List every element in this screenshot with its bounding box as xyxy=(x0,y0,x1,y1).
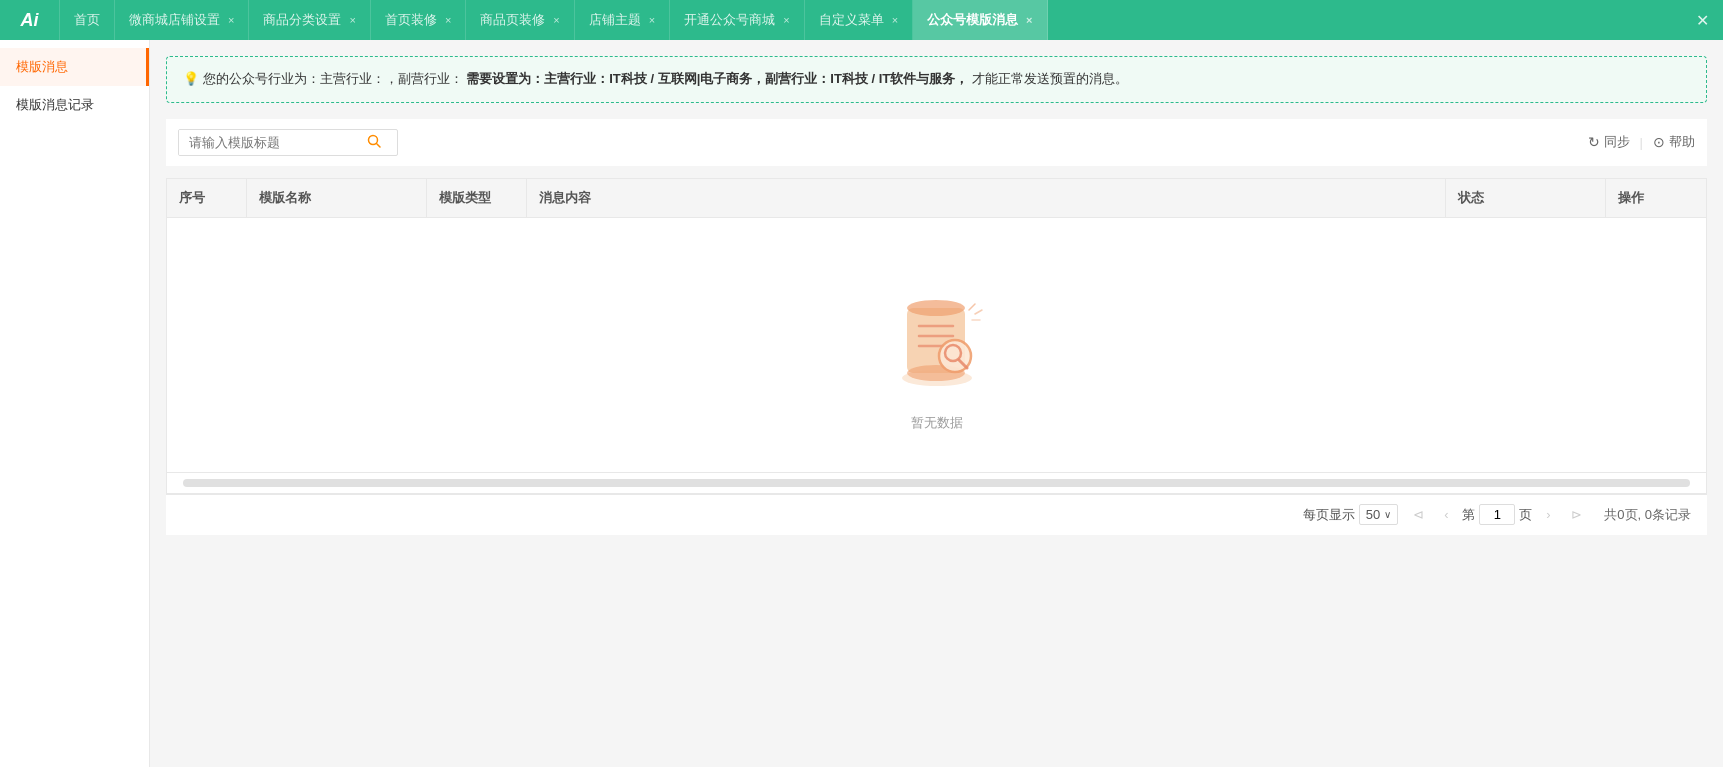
svg-line-13 xyxy=(975,310,982,314)
nav-tab-close-1[interactable]: × xyxy=(228,14,234,26)
notice-icon: 💡 xyxy=(183,71,199,86)
nav-tab-close-6[interactable]: × xyxy=(783,14,789,26)
empty-state: 暂无数据 xyxy=(167,218,1706,472)
search-icon xyxy=(367,134,381,148)
nav-tab-close-4[interactable]: × xyxy=(553,14,559,26)
main-layout: 模版消息模版消息记录 💡 您的公众号行业为：主营行业：，副营行业： 需要设置为：… xyxy=(0,40,1723,767)
nav-tab-label: 自定义菜单 xyxy=(819,11,884,29)
page-navigation: ⊲ ‹ 第 页 › ⊳ xyxy=(1406,503,1588,527)
nav-tab-8[interactable]: 公众号模版消息 × xyxy=(913,0,1047,40)
sidebar: 模版消息模版消息记录 xyxy=(0,40,150,767)
col-seq: 序号 xyxy=(167,179,247,217)
sidebar-item-1[interactable]: 模版消息记录 xyxy=(0,86,149,124)
help-icon: ⊙ xyxy=(1653,134,1665,150)
nav-tab-label: 公众号模版消息 xyxy=(927,11,1018,29)
nav-tab-close-8[interactable]: × xyxy=(1026,14,1032,26)
nav-tab-6[interactable]: 开通公众号商城 × xyxy=(670,0,804,40)
col-name: 模版名称 xyxy=(247,179,427,217)
prev-page-button[interactable]: ‹ xyxy=(1434,503,1458,527)
scrollbar-area[interactable] xyxy=(167,472,1706,493)
nav-tab-label: 开通公众号商城 xyxy=(684,11,775,29)
search-input[interactable] xyxy=(179,130,359,155)
nav-tab-label: 商品页装修 xyxy=(480,11,545,29)
col-action: 操作 xyxy=(1606,179,1706,217)
close-all-button[interactable]: ✕ xyxy=(1682,0,1723,40)
nav-tab-close-3[interactable]: × xyxy=(445,14,451,26)
sync-button[interactable]: ↻ 同步 xyxy=(1588,133,1630,151)
search-input-wrap[interactable] xyxy=(178,129,398,156)
col-type: 模版类型 xyxy=(427,179,527,217)
notice-text-suffix: 才能正常发送预置的消息。 xyxy=(972,71,1128,86)
page-size-dropdown[interactable]: 50 ∨ xyxy=(1359,504,1398,525)
content-area: 💡 您的公众号行业为：主营行业：，副营行业： 需要设置为：主营行业：IT科技 /… xyxy=(150,40,1723,767)
page-size-value: 50 xyxy=(1366,507,1380,522)
nav-tab-2[interactable]: 商品分类设置 × xyxy=(249,0,370,40)
next-page-button[interactable]: › xyxy=(1536,503,1560,527)
search-row: ↻ 同步 | ⊙ 帮助 xyxy=(166,119,1707,166)
nav-tab-1[interactable]: 微商城店铺设置 × xyxy=(115,0,249,40)
nav-tab-label: 店铺主题 xyxy=(589,11,641,29)
nav-tab-3[interactable]: 首页装修 × xyxy=(371,0,466,40)
notice-text-bold: 需要设置为：主营行业：IT科技 / 互联网|电子商务，副营行业：IT科技 / I… xyxy=(466,71,968,86)
top-nav: Ai 首页微商城店铺设置×商品分类设置×首页装修×商品页装修×店铺主题×开通公众… xyxy=(0,0,1723,40)
nav-tab-5[interactable]: 店铺主题 × xyxy=(575,0,670,40)
empty-icon xyxy=(877,278,997,398)
page-size-label: 每页显示 xyxy=(1303,506,1355,524)
chevron-down-icon: ∨ xyxy=(1384,509,1391,520)
col-status: 状态 xyxy=(1446,179,1606,217)
nav-tab-label: 商品分类设置 xyxy=(263,11,341,29)
page-suffix: 页 xyxy=(1519,506,1532,524)
sync-label: 同步 xyxy=(1604,133,1630,151)
svg-line-1 xyxy=(377,143,381,147)
sync-help-area: ↻ 同步 | ⊙ 帮助 xyxy=(1588,133,1695,151)
svg-point-4 xyxy=(907,300,965,316)
data-table: 序号 模版名称 模版类型 消息内容 状态 操作 xyxy=(166,178,1707,494)
empty-text: 暂无数据 xyxy=(911,414,963,432)
last-page-button[interactable]: ⊳ xyxy=(1564,503,1588,527)
notice-box: 💡 您的公众号行业为：主营行业：，副营行业： 需要设置为：主营行业：IT科技 /… xyxy=(166,56,1707,103)
divider: | xyxy=(1640,135,1643,150)
nav-tab-close-5[interactable]: × xyxy=(649,14,655,26)
page-prefix: 第 xyxy=(1462,506,1475,524)
page-input-wrap: 第 页 xyxy=(1462,504,1532,525)
nav-tab-close-7[interactable]: × xyxy=(892,14,898,26)
nav-tab-close-2[interactable]: × xyxy=(349,14,355,26)
sidebar-item-0[interactable]: 模版消息 xyxy=(0,48,149,86)
logo-tab[interactable]: Ai xyxy=(0,0,60,40)
page-number-input[interactable] xyxy=(1479,504,1515,525)
nav-tab-label: 微商城店铺设置 xyxy=(129,11,220,29)
nav-tab-4[interactable]: 商品页装修 × xyxy=(466,0,574,40)
nav-tab-label: 首页装修 xyxy=(385,11,437,29)
svg-line-12 xyxy=(969,304,975,310)
total-info: 共0页, 0条记录 xyxy=(1604,506,1691,524)
nav-tab-label: 首页 xyxy=(74,11,100,29)
help-label: 帮助 xyxy=(1669,133,1695,151)
table-header: 序号 模版名称 模版类型 消息内容 状态 操作 xyxy=(167,179,1706,218)
page-size-select: 每页显示 50 ∨ xyxy=(1303,504,1398,525)
search-button[interactable] xyxy=(359,130,389,155)
sync-icon: ↻ xyxy=(1588,134,1600,150)
nav-tab-0[interactable]: 首页 xyxy=(60,0,115,40)
nav-tab-7[interactable]: 自定义菜单 × xyxy=(805,0,913,40)
notice-text-prefix: 您的公众号行业为：主营行业：，副营行业： xyxy=(203,71,463,86)
first-page-button[interactable]: ⊲ xyxy=(1406,503,1430,527)
horizontal-scrollbar[interactable] xyxy=(183,479,1690,487)
pagination: 每页显示 50 ∨ ⊲ ‹ 第 页 › ⊳ 共0页, 0条记录 xyxy=(166,494,1707,535)
help-button[interactable]: ⊙ 帮助 xyxy=(1653,133,1695,151)
col-content: 消息内容 xyxy=(527,179,1446,217)
